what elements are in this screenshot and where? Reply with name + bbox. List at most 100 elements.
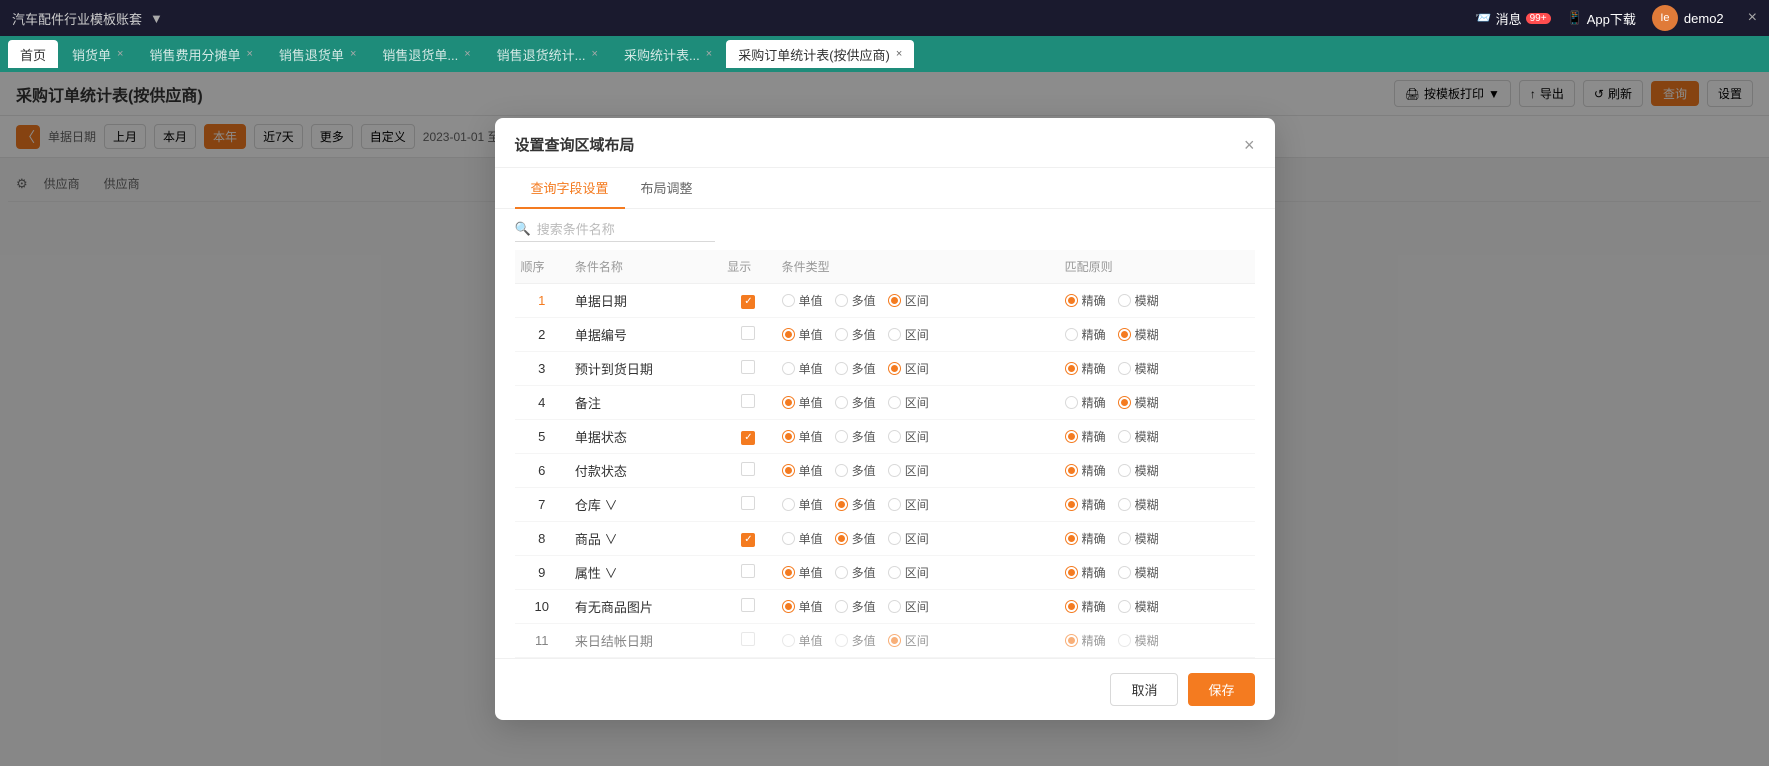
type-option[interactable]: 多值 <box>835 598 876 615</box>
type-option[interactable]: 区间 <box>888 326 929 343</box>
match-option[interactable]: 精确 <box>1065 496 1106 513</box>
match-option[interactable]: 精确 <box>1065 292 1106 309</box>
type-option[interactable]: 区间 <box>888 428 929 445</box>
type-option[interactable]: 单值 <box>782 496 823 513</box>
match-option[interactable]: 精确 <box>1065 462 1106 479</box>
match-option[interactable]: 精确 <box>1065 564 1106 581</box>
tab-sales-order[interactable]: 销货单 × <box>60 40 135 68</box>
cell-display[interactable] <box>721 420 775 454</box>
display-checkbox[interactable] <box>741 462 755 476</box>
display-checkbox[interactable] <box>741 394 755 408</box>
type-option[interactable]: 区间 <box>888 632 929 649</box>
match-option[interactable]: 精确 <box>1065 632 1106 649</box>
type-option[interactable]: 多值 <box>835 564 876 581</box>
type-option[interactable]: 多值 <box>835 496 876 513</box>
match-option[interactable]: 模糊 <box>1118 394 1159 411</box>
display-checkbox[interactable] <box>741 598 755 612</box>
match-option[interactable]: 模糊 <box>1118 428 1159 445</box>
type-option[interactable]: 多值 <box>835 462 876 479</box>
type-option[interactable]: 单值 <box>782 360 823 377</box>
type-option[interactable]: 单值 <box>782 632 823 649</box>
match-option[interactable]: 模糊 <box>1118 530 1159 547</box>
match-option[interactable]: 精确 <box>1065 360 1106 377</box>
top-close-btn[interactable]: × <box>1748 9 1757 27</box>
match-option[interactable]: 模糊 <box>1118 360 1159 377</box>
type-option[interactable]: 多值 <box>835 428 876 445</box>
type-option[interactable]: 区间 <box>888 530 929 547</box>
type-option[interactable]: 单值 <box>782 530 823 547</box>
type-option[interactable]: 多值 <box>835 292 876 309</box>
type-option[interactable]: 多值 <box>835 394 876 411</box>
display-checkbox[interactable] <box>741 496 755 510</box>
cell-display[interactable] <box>721 590 775 624</box>
type-option[interactable]: 单值 <box>782 598 823 615</box>
match-option[interactable]: 精确 <box>1065 394 1106 411</box>
tab-sales-cost-close[interactable]: × <box>246 48 252 60</box>
type-option[interactable]: 区间 <box>888 360 929 377</box>
cell-display[interactable] <box>721 488 775 522</box>
match-option[interactable]: 模糊 <box>1118 462 1159 479</box>
match-option[interactable]: 精确 <box>1065 428 1106 445</box>
type-option[interactable]: 区间 <box>888 564 929 581</box>
type-option[interactable]: 区间 <box>888 394 929 411</box>
match-option[interactable]: 模糊 <box>1118 292 1159 309</box>
type-option[interactable]: 单值 <box>782 292 823 309</box>
tab-purchase-order-close[interactable]: × <box>896 48 902 60</box>
save-btn[interactable]: 保存 <box>1188 673 1254 706</box>
display-checkbox[interactable] <box>741 564 755 578</box>
type-option[interactable]: 单值 <box>782 564 823 581</box>
search-input[interactable] <box>537 222 697 237</box>
match-option[interactable]: 模糊 <box>1118 598 1159 615</box>
type-option[interactable]: 区间 <box>888 292 929 309</box>
tab-purchase-stat-close[interactable]: × <box>706 48 712 60</box>
type-option[interactable]: 多值 <box>835 326 876 343</box>
tab-home[interactable]: 首页 <box>8 40 58 68</box>
display-checkbox[interactable] <box>741 533 755 547</box>
type-option[interactable]: 多值 <box>835 632 876 649</box>
type-option[interactable]: 单值 <box>782 428 823 445</box>
tab-layout[interactable]: 布局调整 <box>625 168 709 209</box>
cell-display[interactable] <box>721 352 775 386</box>
type-option[interactable]: 区间 <box>888 496 929 513</box>
app-download-btn[interactable]: 📱 App下载 <box>1567 9 1636 28</box>
display-checkbox[interactable] <box>741 632 755 646</box>
match-option[interactable]: 精确 <box>1065 530 1106 547</box>
type-option[interactable]: 区间 <box>888 462 929 479</box>
notification-btn[interactable]: 📨 消息 99+ <box>1475 9 1550 28</box>
match-option[interactable]: 模糊 <box>1118 564 1159 581</box>
type-option[interactable]: 多值 <box>835 530 876 547</box>
display-checkbox[interactable] <box>741 360 755 374</box>
cell-display[interactable] <box>721 556 775 590</box>
match-option[interactable]: 模糊 <box>1118 496 1159 513</box>
cell-display[interactable] <box>721 284 775 318</box>
tab-query-fields[interactable]: 查询字段设置 <box>515 168 625 209</box>
cell-display[interactable] <box>721 454 775 488</box>
tab-sales-stat-close[interactable]: × <box>592 48 598 60</box>
cancel-btn[interactable]: 取消 <box>1110 673 1178 706</box>
display-checkbox[interactable] <box>741 326 755 340</box>
tab-sales-return2-close[interactable]: × <box>464 48 470 60</box>
type-option[interactable]: 单值 <box>782 394 823 411</box>
dropdown-icon[interactable]: ▼ <box>150 11 163 26</box>
cell-display[interactable] <box>721 522 775 556</box>
cell-display[interactable] <box>721 386 775 420</box>
cell-display[interactable] <box>721 624 775 658</box>
tab-sales-stat[interactable]: 销售退货统计... × <box>485 40 610 68</box>
tab-purchase-stat[interactable]: 采购统计表... × <box>612 40 724 68</box>
tab-purchase-order[interactable]: 采购订单统计表(按供应商) × <box>726 40 914 68</box>
display-checkbox[interactable] <box>741 295 755 309</box>
cell-display[interactable] <box>721 318 775 352</box>
match-option[interactable]: 模糊 <box>1118 326 1159 343</box>
tab-sales-return2[interactable]: 销售退货单... × <box>370 40 482 68</box>
match-option[interactable]: 精确 <box>1065 598 1106 615</box>
user-area[interactable]: Ie demo2 <box>1652 5 1724 31</box>
dialog-close-btn[interactable]: × <box>1244 136 1255 154</box>
tab-sales-cost[interactable]: 销售费用分摊单 × <box>137 40 264 68</box>
type-option[interactable]: 单值 <box>782 462 823 479</box>
type-option[interactable]: 区间 <box>888 598 929 615</box>
type-option[interactable]: 多值 <box>835 360 876 377</box>
type-option[interactable]: 单值 <box>782 326 823 343</box>
match-option[interactable]: 模糊 <box>1118 632 1159 649</box>
tab-sales-return-close[interactable]: × <box>350 48 356 60</box>
tab-sales-order-close[interactable]: × <box>117 48 123 60</box>
